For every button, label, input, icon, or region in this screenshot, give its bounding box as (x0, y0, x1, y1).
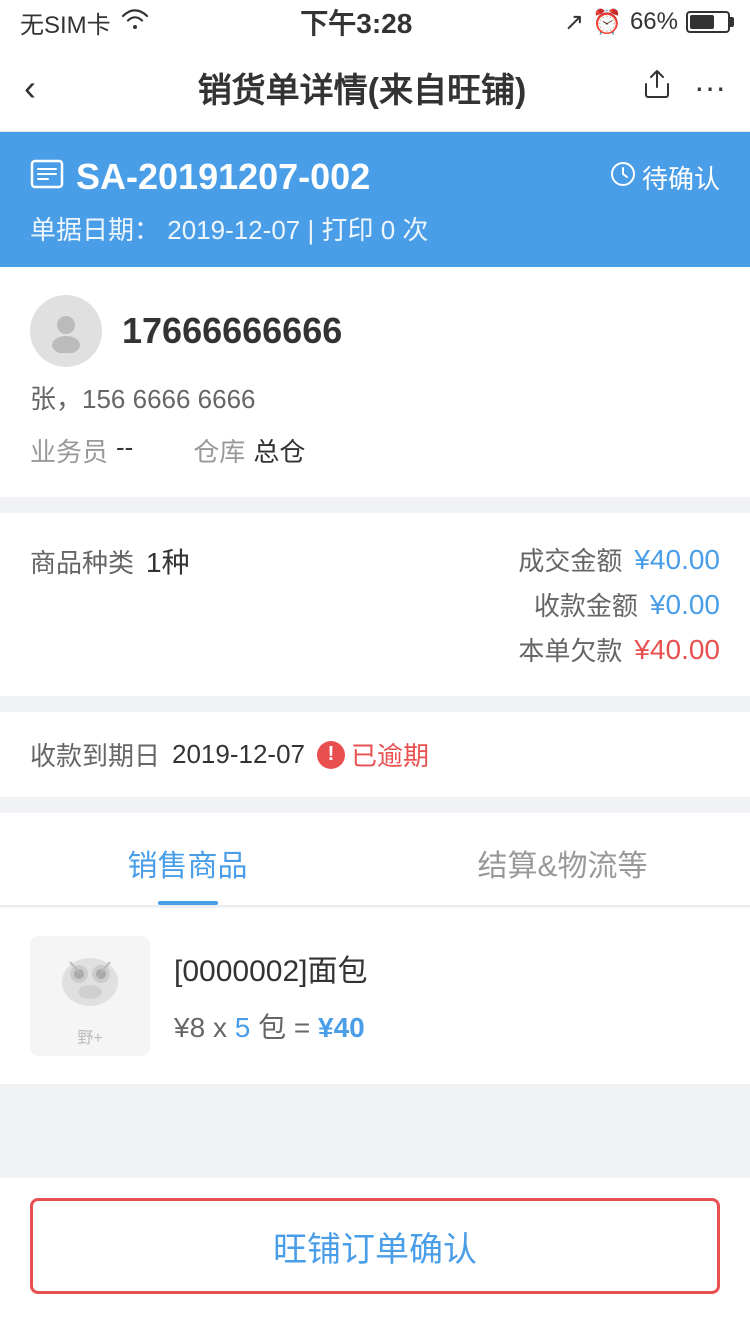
header-card: SA-20191207-002 待确认 单据日期： 2019-12-07 | 打… (0, 132, 750, 267)
status-bar: 无SIM卡 下午3:28 ↗ ⏰ 66% (0, 0, 750, 44)
order-date-info: 单据日期： 2019-12-07 | 打印 0 次 (30, 210, 720, 247)
location-icon: ↗ (564, 8, 584, 37)
status-left: 无SIM卡 (20, 5, 149, 40)
tab-sales-goods[interactable]: 销售商品 (0, 813, 375, 905)
status-right: ↗ ⏰ 66% (564, 8, 730, 37)
due-label: 收款到期日 (30, 736, 160, 773)
customer-card: 17666666666 张，156 6666 6666 业务员 -- 仓库 总仓 (0, 267, 750, 497)
owed-label: 本单欠款 (518, 631, 622, 668)
received-value: ¥0.00 (650, 589, 720, 621)
battery-icon (686, 11, 730, 33)
page-title: 销货单详情(来自旺铺) (198, 63, 527, 112)
customer-meta: 业务员 -- 仓库 总仓 (30, 432, 720, 469)
order-status: 待确认 (610, 159, 720, 196)
tab-settlement[interactable]: 结算&物流等 (375, 813, 750, 905)
order-id: SA-20191207-002 (30, 156, 370, 198)
goods-type-label: 商品种类 (30, 543, 134, 580)
summary-right: 成交金额 ¥40.00 收款金额 ¥0.00 本单欠款 ¥40.00 (518, 541, 720, 668)
product-price: ¥8 x 5 包 = ¥40 (174, 1006, 720, 1046)
customer-top: 17666666666 (30, 295, 720, 367)
tabs-container: 销售商品 结算&物流等 (0, 813, 750, 906)
share-button[interactable] (640, 67, 674, 109)
overdue-text: 已逾期 (351, 736, 429, 773)
summary-card: 商品种类 1种 成交金额 ¥40.00 收款金额 ¥0.00 本单欠款 ¥40.… (0, 513, 750, 696)
clock-icon (610, 161, 636, 194)
salesman-label: 业务员 (30, 432, 108, 469)
battery-fill (690, 15, 714, 29)
order-id-icon (30, 156, 64, 198)
nav-actions: ··· (640, 67, 726, 109)
product-total: ¥40 (318, 1012, 365, 1043)
summary-left: 商品种类 1种 (30, 541, 190, 581)
goods-type-value: 1种 (146, 541, 190, 581)
wifi-icon (121, 8, 149, 36)
customer-phone: 17666666666 (122, 310, 342, 352)
nav-bar: ‹ 销货单详情(来自旺铺) ··· (0, 44, 750, 132)
battery-percent: 66% (630, 8, 678, 36)
product-info: [0000002]面包 ¥8 x 5 包 = ¥40 (174, 946, 720, 1046)
product-list: 野+ [0000002]面包 ¥8 x 5 包 = ¥40 (0, 908, 750, 1085)
received-label: 收款金额 (534, 586, 638, 623)
customer-name: 张，156 6666 6666 (30, 379, 720, 416)
amount-value: ¥40.00 (634, 544, 720, 576)
status-time: 下午3:28 (300, 2, 412, 42)
warehouse-value: 总仓 (253, 432, 305, 469)
header-top: SA-20191207-002 待确认 (30, 156, 720, 198)
product-quantity: 5 (235, 1012, 251, 1043)
confirm-button-container: 旺铺订单确认 (0, 1178, 750, 1334)
avatar (30, 295, 102, 367)
carrier-text: 无SIM卡 (20, 5, 111, 40)
salesman-value: -- (116, 432, 133, 469)
alarm-icon: ⏰ (592, 8, 622, 37)
confirm-order-button[interactable]: 旺铺订单确认 (30, 1198, 720, 1294)
product-name: [0000002]面包 (174, 946, 720, 990)
salesman-field: 业务员 -- (30, 432, 133, 469)
due-date-card: 收款到期日 2019-12-07 ! 已逾期 (0, 712, 750, 797)
owed-row: 本单欠款 ¥40.00 (518, 631, 720, 668)
warehouse-label: 仓库 (193, 432, 245, 469)
received-row: 收款金额 ¥0.00 (534, 586, 720, 623)
warehouse-field: 仓库 总仓 (193, 432, 305, 469)
product-thumb-logo: 野+ (50, 944, 130, 1048)
product-thumbnail: 野+ (30, 936, 150, 1056)
due-date-value: 2019-12-07 (172, 739, 305, 770)
amount-label: 成交金额 (518, 541, 622, 578)
overdue-badge: ! 已逾期 (317, 736, 429, 773)
owed-value: ¥40.00 (634, 634, 720, 666)
goods-type-row: 商品种类 1种 (30, 541, 190, 581)
overdue-icon: ! (317, 741, 345, 769)
back-button[interactable]: ‹ (24, 67, 84, 109)
table-row: 野+ [0000002]面包 ¥8 x 5 包 = ¥40 (0, 908, 750, 1085)
more-button[interactable]: ··· (694, 69, 726, 106)
amount-row: 成交金额 ¥40.00 (518, 541, 720, 578)
